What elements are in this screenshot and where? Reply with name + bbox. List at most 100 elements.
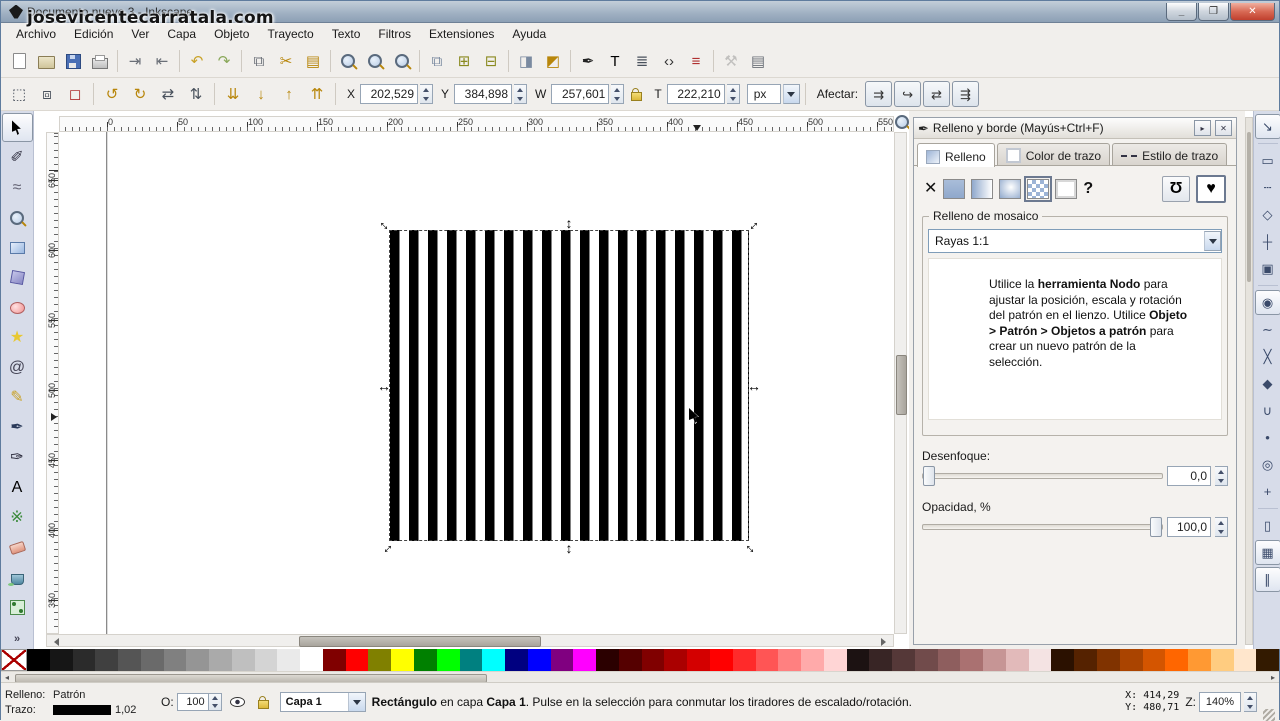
ellipse-tool[interactable] <box>2 293 33 322</box>
pencil-tool[interactable]: ✎ <box>2 383 33 412</box>
snap-nodes-button[interactable]: ◉ <box>1255 290 1280 315</box>
minimize-button[interactable]: _ <box>1166 3 1197 21</box>
fill-swatch-button[interactable] <box>1055 179 1077 199</box>
palette-swatch[interactable] <box>460 649 483 671</box>
unit-combo[interactable]: px <box>747 84 781 104</box>
zoom-drawing-button[interactable] <box>362 48 388 74</box>
restore-button[interactable]: ❐ <box>1198 3 1229 21</box>
deselect-button[interactable]: ◻ <box>62 81 88 107</box>
menu-trayecto[interactable]: Trayecto <box>258 25 322 43</box>
x-field-spinner[interactable] <box>420 84 433 104</box>
fill-pattern-button[interactable] <box>1027 179 1049 199</box>
unlink-clone-button[interactable]: ⊟ <box>478 48 504 74</box>
palette-swatch[interactable] <box>141 649 164 671</box>
palette-swatch[interactable] <box>1074 649 1097 671</box>
redo-button[interactable]: ↷ <box>211 48 237 74</box>
palette-swatch[interactable] <box>368 649 391 671</box>
y-field[interactable]: 384,898 <box>454 84 512 104</box>
spray-tool[interactable]: ※ <box>2 503 33 532</box>
palette-swatch[interactable] <box>186 649 209 671</box>
pen-tool[interactable]: ✒ <box>2 413 33 442</box>
palette-swatch[interactable] <box>346 649 369 671</box>
selector-tool[interactable] <box>2 113 33 142</box>
snap-midpoints-button[interactable]: • <box>1255 425 1280 450</box>
pattern-combo[interactable]: Rayas 1:1 <box>928 229 1222 253</box>
palette-swatch[interactable] <box>73 649 96 671</box>
star-tool[interactable]: ★ <box>2 323 33 352</box>
select-original-button[interactable]: ◨ <box>513 48 539 74</box>
h-field[interactable]: 222,210 <box>667 84 725 104</box>
palette-swatch[interactable] <box>1051 649 1074 671</box>
palette-swatch[interactable] <box>960 649 983 671</box>
document-properties-button[interactable]: ▤ <box>745 48 771 74</box>
undo-button[interactable]: ↶ <box>184 48 210 74</box>
menu-archivo[interactable]: Archivo <box>7 25 65 43</box>
spiral-tool[interactable]: @ <box>2 353 33 382</box>
w-field-spinner[interactable] <box>611 84 624 104</box>
palette-swatch[interactable] <box>255 649 278 671</box>
toolbox-overflow-button[interactable]: » <box>14 633 20 645</box>
palette-swatch[interactable] <box>1188 649 1211 671</box>
snap-bbox-midpoints-button[interactable]: ┼ <box>1255 229 1280 254</box>
palette-scroll-right-arrow[interactable]: ▸ <box>1267 673 1279 682</box>
tab-color-de-trazo[interactable]: Color de trazo <box>997 143 1110 165</box>
palette-swatch[interactable] <box>1234 649 1257 671</box>
fill-indicator-value[interactable]: Patrón <box>53 689 155 701</box>
snap-bbox-centers-button[interactable]: ▣ <box>1255 256 1280 281</box>
palette-swatch[interactable] <box>505 649 528 671</box>
palette-swatch[interactable] <box>801 649 824 671</box>
select-all-layers-button[interactable]: ⧈ <box>34 81 60 107</box>
new-document-button[interactable] <box>6 48 32 74</box>
stroke-indicator[interactable]: 1,02 <box>53 704 155 716</box>
selection-handle-n[interactable]: ↕ <box>566 216 573 230</box>
raise-button[interactable]: ↑ <box>276 81 302 107</box>
zoom-field[interactable]: 140% <box>1199 692 1241 712</box>
unit-combo-arrow[interactable] <box>783 84 800 104</box>
opacity-slider-thumb[interactable] <box>1150 517 1162 537</box>
palette-swatch[interactable] <box>915 649 938 671</box>
canvas[interactable]: ↔ ↔ ↔ ↔ ↕ ↕ ↔ ↔ <box>59 132 894 634</box>
duplicate-button[interactable]: ⧉ <box>424 48 450 74</box>
opacity-field-spinner[interactable] <box>1215 517 1228 537</box>
palette-swatch[interactable] <box>118 649 141 671</box>
raise-to-top-button[interactable]: ⇈ <box>304 81 330 107</box>
menu-edicion[interactable]: Edición <box>65 25 122 43</box>
affect-corners-button[interactable]: ↪ <box>894 81 921 107</box>
palette-swatch[interactable] <box>1006 649 1029 671</box>
palette-swatch[interactable] <box>824 649 847 671</box>
snap-page-border-button[interactable]: ▯ <box>1255 513 1280 538</box>
palette-swatch[interactable] <box>756 649 779 671</box>
palette-swatch[interactable] <box>847 649 870 671</box>
text-dialog-button[interactable]: T <box>602 48 628 74</box>
fill-unknown-button[interactable]: ? <box>1083 181 1093 197</box>
selection-handle-sw[interactable]: ↔ <box>376 537 396 557</box>
menu-objeto[interactable]: Objeto <box>205 25 258 43</box>
box3d-tool[interactable] <box>2 263 33 292</box>
snap-bbox-button[interactable]: ▭ <box>1255 148 1280 173</box>
palette-swatch-none[interactable] <box>1 649 27 671</box>
layer-combo[interactable]: Capa 1 <box>280 692 366 712</box>
selection-handle-s[interactable]: ↕ <box>566 541 573 555</box>
select-all-button[interactable]: ⬚ <box>6 81 32 107</box>
palette-swatch[interactable] <box>209 649 232 671</box>
palette-swatch[interactable] <box>414 649 437 671</box>
dock-scrollbar-thumb[interactable] <box>1247 132 1251 282</box>
text-tool[interactable]: A <box>2 473 33 502</box>
pattern-combo-arrow[interactable] <box>1204 231 1221 251</box>
h-field-spinner[interactable] <box>727 84 740 104</box>
zoom-tool[interactable] <box>2 203 33 232</box>
menu-capa[interactable]: Capa <box>158 25 205 43</box>
palette-swatch[interactable] <box>596 649 619 671</box>
tweak-tool[interactable]: ≈ <box>2 173 33 202</box>
palette-swatch[interactable] <box>573 649 596 671</box>
menu-ayuda[interactable]: Ayuda <box>503 25 555 43</box>
palette-swatch[interactable] <box>778 649 801 671</box>
blur-slider[interactable] <box>922 473 1163 479</box>
preferences-button[interactable]: ⚒ <box>718 48 744 74</box>
selection-handle-w[interactable]: ↔ <box>377 379 391 393</box>
menu-extensiones[interactable]: Extensiones <box>420 25 503 43</box>
rectangle-tool[interactable] <box>2 233 33 262</box>
find-button[interactable]: ◩ <box>540 48 566 74</box>
close-button[interactable]: ✕ <box>1230 3 1275 21</box>
zoom-selection-button[interactable] <box>335 48 361 74</box>
